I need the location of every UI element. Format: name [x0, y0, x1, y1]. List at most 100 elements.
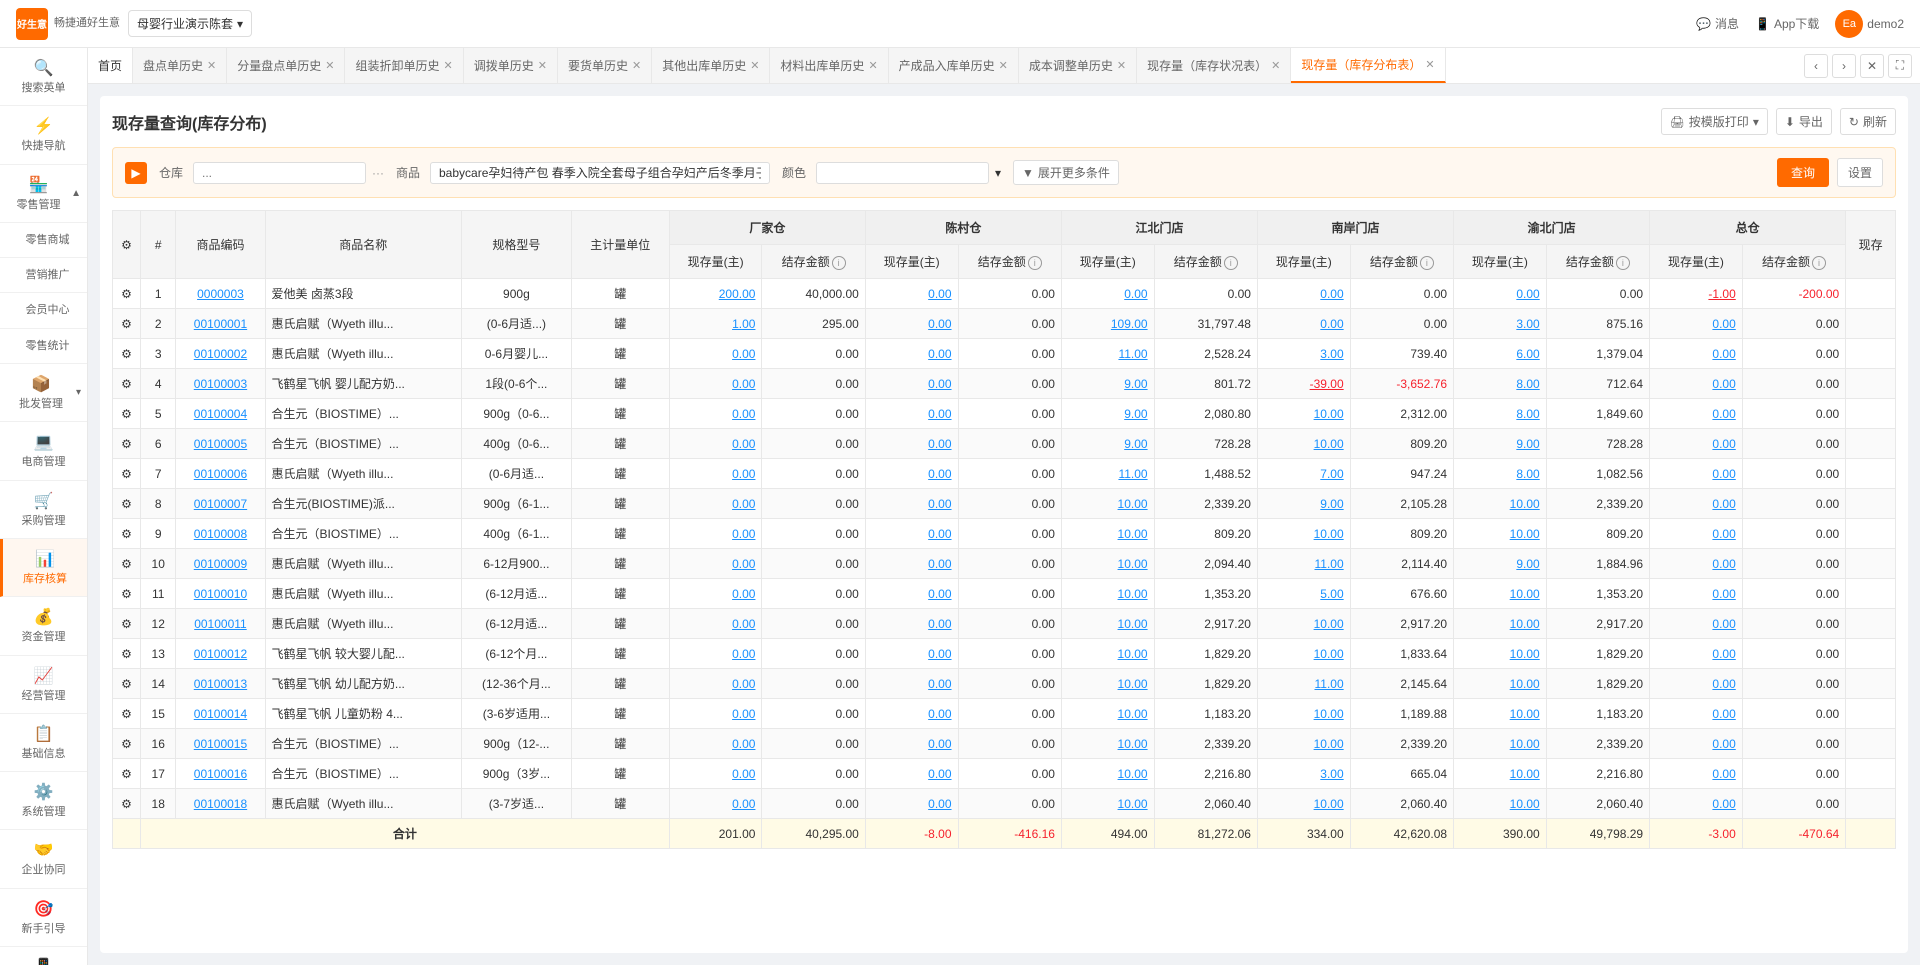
tab-inventory-count[interactable]: 盘点单历史 ✕: [133, 48, 227, 83]
row-gear[interactable]: ⚙: [113, 729, 141, 759]
info-icon[interactable]: i: [1224, 256, 1238, 270]
sidebar-item-inventory[interactable]: 📊 库存核算: [0, 539, 87, 597]
info-icon[interactable]: i: [1812, 256, 1826, 270]
tab-inventory-dist[interactable]: 现存量（库存分布表） ✕: [1291, 48, 1445, 83]
tab-request[interactable]: 要货单历史 ✕: [558, 48, 652, 83]
tab-close-icon[interactable]: ✕: [538, 59, 547, 72]
info-icon[interactable]: i: [832, 256, 846, 270]
tab-dist-count[interactable]: 分量盘点单历史 ✕: [227, 48, 345, 83]
color-input[interactable]: [816, 162, 989, 184]
row-gear[interactable]: ⚙: [113, 759, 141, 789]
row-gear[interactable]: ⚙: [113, 309, 141, 339]
sidebar-item-members[interactable]: 会员中心: [0, 293, 87, 328]
gear-icon[interactable]: ⚙: [121, 317, 132, 331]
expand-btn[interactable]: ▼ 展开更多条件: [1013, 160, 1119, 185]
tab-next-btn[interactable]: ›: [1832, 54, 1856, 78]
row-gear[interactable]: ⚙: [113, 699, 141, 729]
query-btn[interactable]: 查询: [1777, 158, 1829, 187]
sidebar-item-enterprise[interactable]: 🤝 企业协同: [0, 830, 87, 888]
setting-btn[interactable]: 设置: [1837, 158, 1883, 187]
tab-cost-adjust[interactable]: 成本调整单历史 ✕: [1019, 48, 1137, 83]
row-gear[interactable]: ⚙: [113, 489, 141, 519]
gear-icon[interactable]: ⚙: [121, 647, 132, 661]
tab-material-out[interactable]: 材料出库单历史 ✕: [770, 48, 888, 83]
row-gear[interactable]: ⚙: [113, 429, 141, 459]
tab-home[interactable]: 首页: [88, 48, 133, 83]
store-selector[interactable]: 母婴行业演示陈套 ▾: [128, 10, 252, 37]
info-icon[interactable]: i: [1616, 256, 1630, 270]
sidebar-item-marketing[interactable]: 营销推广: [0, 258, 87, 293]
tab-prev-btn[interactable]: ‹: [1804, 54, 1828, 78]
row-gear[interactable]: ⚙: [113, 639, 141, 669]
gear-icon[interactable]: ⚙: [121, 677, 132, 691]
user-profile[interactable]: Ea demo2: [1835, 10, 1904, 38]
sidebar-item-appcenter[interactable]: 📱 应用中心: [0, 947, 87, 965]
sidebar-item-operations[interactable]: 📈 经营管理: [0, 656, 87, 714]
tab-inventory-status[interactable]: 现存量（库存状况表） ✕: [1137, 48, 1291, 83]
tab-close-icon[interactable]: ✕: [1117, 59, 1126, 72]
tab-transfer[interactable]: 调拨单历史 ✕: [464, 48, 558, 83]
goods-input[interactable]: [430, 162, 770, 184]
gear-icon[interactable]: ⚙: [121, 617, 132, 631]
row-gear[interactable]: ⚙: [113, 549, 141, 579]
sidebar-item-basic[interactable]: 📋 基础信息: [0, 714, 87, 772]
row-gear[interactable]: ⚙: [113, 609, 141, 639]
export-btn[interactable]: ⬇ 导出: [1776, 108, 1832, 135]
tab-close-all-btn[interactable]: ✕: [1860, 54, 1884, 78]
row-gear[interactable]: ⚙: [113, 339, 141, 369]
tab-close-icon[interactable]: ✕: [632, 59, 641, 72]
tab-assembly[interactable]: 组装折卸单历史 ✕: [345, 48, 463, 83]
tab-maximize-btn[interactable]: ⛶: [1888, 54, 1912, 78]
gear-icon[interactable]: ⚙: [121, 238, 132, 252]
gear-icon[interactable]: ⚙: [121, 407, 132, 421]
tab-production-in[interactable]: 产成品入库单历史 ✕: [889, 48, 1019, 83]
sidebar-item-retail-store[interactable]: 零售商城: [0, 223, 87, 258]
tab-close-icon[interactable]: ✕: [444, 59, 453, 72]
gear-icon[interactable]: ⚙: [121, 497, 132, 511]
sidebar-item-ecommerce[interactable]: 💻 电商管理: [0, 422, 87, 480]
gear-icon[interactable]: ⚙: [121, 347, 132, 361]
tab-close-icon[interactable]: ✕: [1425, 58, 1434, 71]
gear-icon[interactable]: ⚙: [121, 557, 132, 571]
gear-icon[interactable]: ⚙: [121, 467, 132, 481]
sidebar-item-purchase[interactable]: 🛒 采购管理: [0, 481, 87, 539]
row-gear[interactable]: ⚙: [113, 459, 141, 489]
sidebar-item-retail-stats[interactable]: 零售统计: [0, 329, 87, 364]
sidebar-item-search[interactable]: 🔍 搜索英单: [0, 48, 87, 106]
row-gear[interactable]: ⚙: [113, 669, 141, 699]
gear-icon[interactable]: ⚙: [121, 797, 132, 811]
row-gear[interactable]: ⚙: [113, 789, 141, 819]
tab-close-icon[interactable]: ✕: [1271, 59, 1280, 72]
tab-close-icon[interactable]: ✕: [325, 59, 334, 72]
gear-icon[interactable]: ⚙: [121, 737, 132, 751]
gear-icon[interactable]: ⚙: [121, 707, 132, 721]
gear-icon[interactable]: ⚙: [121, 287, 132, 301]
messages-btn[interactable]: 💬 消息: [1696, 15, 1739, 32]
sidebar-item-guide[interactable]: 🎯 新手引导: [0, 889, 87, 947]
warehouse-input[interactable]: [193, 162, 366, 184]
tab-close-icon[interactable]: ✕: [750, 59, 759, 72]
row-gear[interactable]: ⚙: [113, 579, 141, 609]
search-toggle-btn[interactable]: ▶: [125, 162, 147, 184]
print-btn[interactable]: 🖨 按模版打印 ▾: [1661, 108, 1768, 135]
row-gear[interactable]: ⚙: [113, 519, 141, 549]
refresh-btn[interactable]: ↻ 刷新: [1840, 108, 1896, 135]
row-gear[interactable]: ⚙: [113, 369, 141, 399]
gear-icon[interactable]: ⚙: [121, 527, 132, 541]
row-gear[interactable]: ⚙: [113, 399, 141, 429]
info-icon[interactable]: i: [1028, 256, 1042, 270]
sidebar-item-system[interactable]: ⚙️ 系统管理: [0, 772, 87, 830]
gear-icon[interactable]: ⚙: [121, 587, 132, 601]
gear-icon[interactable]: ⚙: [121, 437, 132, 451]
sidebar-item-shortcuts[interactable]: ⚡ 快捷导航: [0, 106, 87, 164]
tab-other-out[interactable]: 其他出库单历史 ✕: [652, 48, 770, 83]
tab-close-icon[interactable]: ✕: [207, 59, 216, 72]
info-icon[interactable]: i: [1420, 256, 1434, 270]
gear-icon[interactable]: ⚙: [121, 377, 132, 391]
sidebar-item-finance[interactable]: 💰 资金管理: [0, 597, 87, 655]
app-download-btn[interactable]: 📱 App下载: [1755, 15, 1819, 32]
sidebar-item-retail[interactable]: 🏪 零售管理 ▲: [0, 165, 87, 223]
tab-close-icon[interactable]: ✕: [868, 59, 877, 72]
gear-icon[interactable]: ⚙: [121, 767, 132, 781]
row-gear[interactable]: ⚙: [113, 279, 141, 309]
